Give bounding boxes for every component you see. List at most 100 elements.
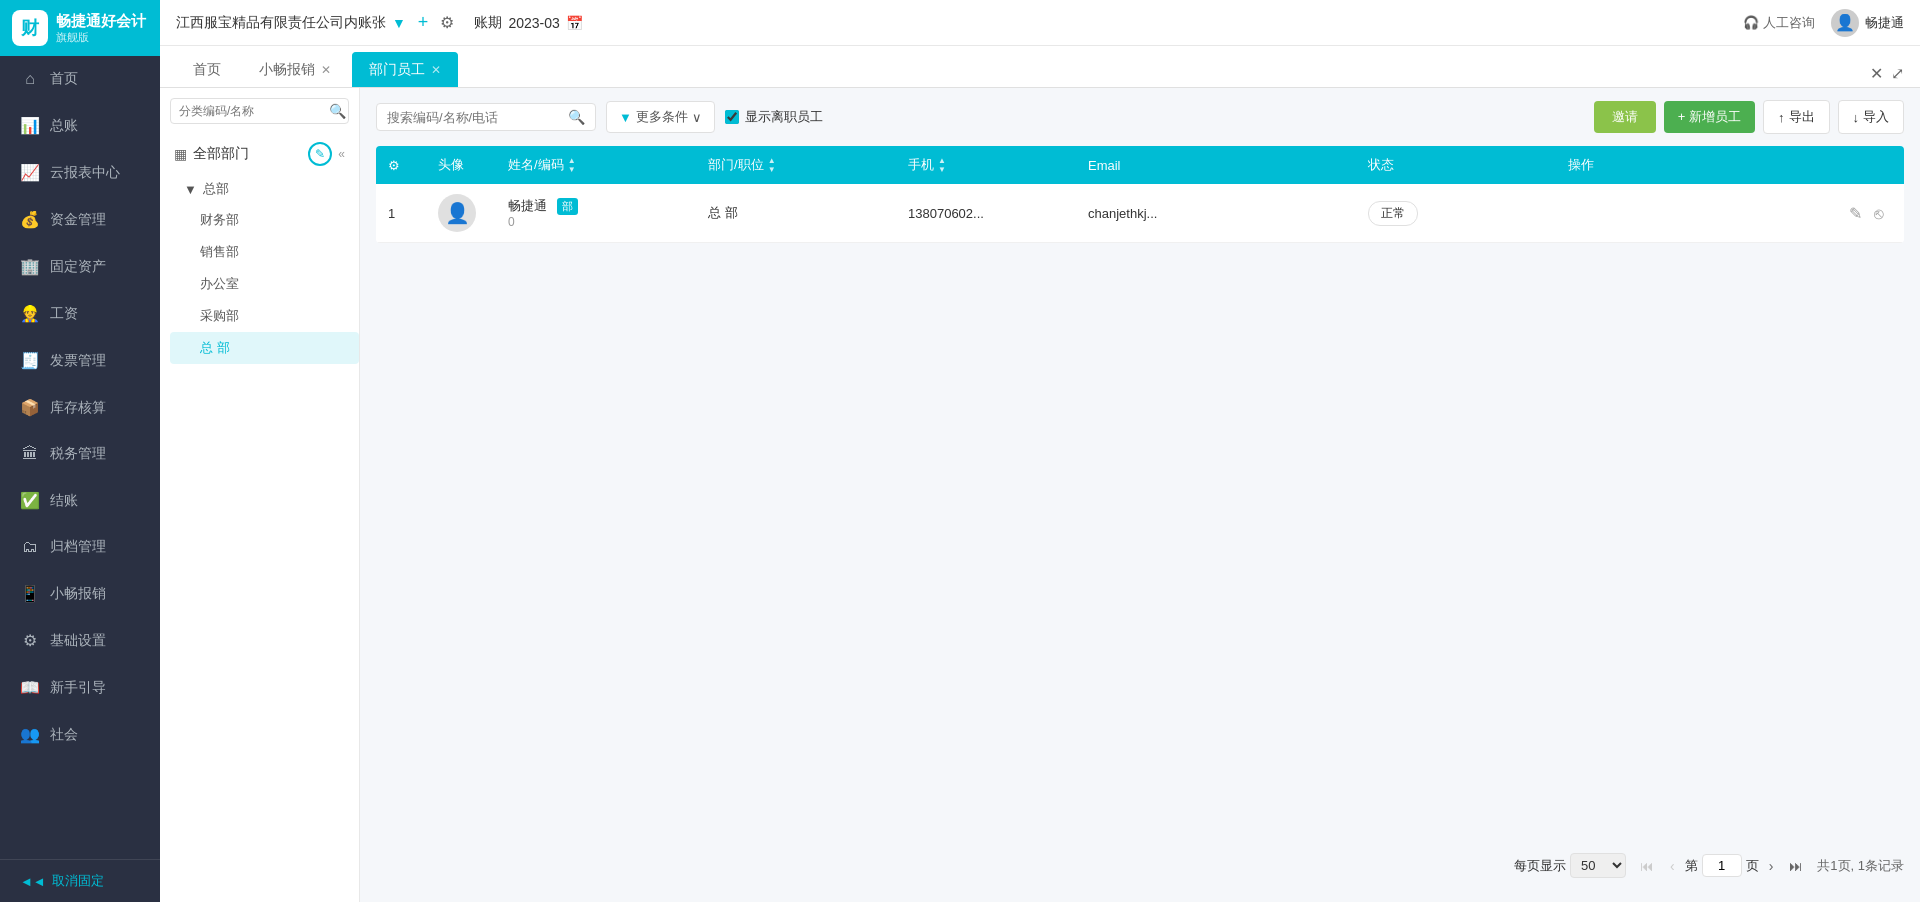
sidebar-item-reports[interactable]: 📈 云报表中心: [0, 149, 160, 196]
show-resigned-checkbox[interactable]: [725, 110, 739, 124]
next-page-button[interactable]: ›: [1763, 856, 1780, 876]
sidebar-item-salary[interactable]: 👷 工资: [0, 290, 160, 337]
social-icon: 👥: [20, 725, 40, 744]
import-button[interactable]: ↓ 导入: [1838, 100, 1905, 134]
first-page-button[interactable]: ⏮: [1634, 856, 1660, 876]
dept-collapse-icon[interactable]: «: [338, 147, 345, 161]
dept-child-general[interactable]: 总 部: [170, 332, 359, 364]
edit-button[interactable]: ✎: [1849, 205, 1862, 222]
sidebar-item-social[interactable]: 👥 社会: [0, 711, 160, 758]
dept-arrow-icon: ▼: [184, 182, 197, 197]
dept-group-root[interactable]: ▼ 总部: [170, 174, 359, 204]
company-selector[interactable]: 江西服宝精品有限责任公司内账张 ▼: [176, 14, 406, 32]
name-sort-icon[interactable]: ▲▼: [568, 157, 576, 174]
tab-department-label: 部门员工: [369, 61, 425, 79]
th-name[interactable]: 姓名/编码 ▲▼: [496, 146, 696, 184]
sidebar-item-funds[interactable]: 💰 资金管理: [0, 196, 160, 243]
dept-search-icon[interactable]: 🔍: [329, 103, 346, 119]
settings-icon: ⚙: [20, 631, 40, 650]
th-phone[interactable]: 手机 ▲▼: [896, 146, 1076, 184]
sidebar-item-label: 结账: [50, 492, 78, 510]
sidebar-item-close[interactable]: ✅ 结账: [0, 477, 160, 524]
sidebar-item-label: 小畅报销: [50, 585, 106, 603]
tab-home[interactable]: 首页: [176, 52, 238, 87]
dept-child-purchasing[interactable]: 采购部: [170, 300, 359, 332]
tab-department[interactable]: 部门员工 ✕: [352, 52, 458, 87]
sidebar-item-assets[interactable]: 🏢 固定资产: [0, 243, 160, 290]
tab-expense-close[interactable]: ✕: [321, 63, 331, 77]
table-settings-icon[interactable]: ⚙: [388, 158, 400, 173]
sidebar-item-home[interactable]: ⌂ 首页: [0, 56, 160, 102]
tab-department-close[interactable]: ✕: [431, 63, 441, 77]
user-menu[interactable]: 👤 畅捷通: [1831, 9, 1904, 37]
cancel-pin-button[interactable]: ◄◄ 取消固定: [0, 859, 160, 902]
prev-page-button[interactable]: ‹: [1664, 856, 1681, 876]
dept-child-office[interactable]: 办公室: [170, 268, 359, 300]
assets-icon: 🏢: [20, 257, 40, 276]
main-content: 江西服宝精品有限责任公司内账张 ▼ + ⚙ 账期 2023-03 📅 🎧 人工咨…: [160, 0, 1920, 902]
funds-icon: 💰: [20, 210, 40, 229]
dept-edit-button[interactable]: ✎: [308, 142, 332, 166]
cell-num: 1: [376, 184, 426, 243]
expand-tab-button[interactable]: ⤢: [1891, 64, 1904, 83]
support-button[interactable]: 🎧 人工咨询: [1743, 14, 1815, 32]
sidebar-item-archive[interactable]: 🗂 归档管理: [0, 524, 160, 570]
filter-icon: ▼: [619, 110, 632, 125]
dept-all-label: 全部部门: [193, 145, 302, 163]
th-dept[interactable]: 部门/职位 ▲▼: [696, 146, 896, 184]
th-action: 操作: [1556, 146, 1904, 184]
th-settings[interactable]: ⚙: [376, 146, 426, 184]
th-avatar: 头像: [426, 146, 496, 184]
home-icon: ⌂: [20, 70, 40, 88]
close-accounts-icon: ✅: [20, 491, 40, 510]
cell-avatar: 👤: [426, 184, 496, 243]
phone-sort-icon[interactable]: ▲▼: [938, 157, 946, 174]
sidebar-item-label: 基础设置: [50, 632, 106, 650]
filter-button[interactable]: ▼ 更多条件 ∨: [606, 101, 715, 133]
show-resigned-label[interactable]: 显示离职员工: [725, 108, 823, 126]
dept-search-box[interactable]: 🔍: [170, 98, 349, 124]
period-selector[interactable]: 账期 2023-03 📅: [474, 14, 582, 32]
delete-button[interactable]: ⎋: [1874, 205, 1884, 222]
dept-all-button[interactable]: ▦ 全部部门 ✎ «: [160, 134, 359, 174]
page-suffix: 页: [1746, 857, 1759, 875]
sidebar-item-invoice[interactable]: 🧾 发票管理: [0, 337, 160, 384]
dept-search-input[interactable]: [179, 104, 329, 118]
sidebar-item-ledger[interactable]: 📊 总账: [0, 102, 160, 149]
tab-expense[interactable]: 小畅报销 ✕: [242, 52, 348, 87]
export-button[interactable]: ↑ 导出: [1763, 100, 1830, 134]
dept-sort-icon[interactable]: ▲▼: [768, 157, 776, 174]
logo-sub: 旗舰版: [56, 30, 146, 45]
page-input[interactable]: [1702, 854, 1742, 877]
employee-code: 0: [508, 215, 684, 229]
dept-badge: 部: [557, 198, 578, 215]
sidebar: 财 畅捷通好会计 旗舰版 ⌂ 首页 📊 总账 📈 云报表中心 💰 资金管理 🏢 …: [0, 0, 160, 902]
sidebar-item-tax[interactable]: 🏛 税务管理: [0, 431, 160, 477]
sidebar-item-inventory[interactable]: 📦 库存核算: [0, 384, 160, 431]
page-size-selector[interactable]: 每页显示 50 20 100: [1514, 853, 1626, 878]
per-page-select[interactable]: 50 20 100: [1570, 853, 1626, 878]
sidebar-nav: ⌂ 首页 📊 总账 📈 云报表中心 💰 资金管理 🏢 固定资产 👷 工资 🧾 发…: [0, 56, 160, 859]
cell-status: 正常: [1356, 184, 1556, 243]
employee-search-input[interactable]: [387, 110, 568, 125]
cell-action: ✎ ⎋: [1556, 184, 1904, 243]
last-page-button[interactable]: ⏭: [1783, 856, 1809, 876]
tab-home-label: 首页: [193, 61, 221, 79]
employee-search-box[interactable]: 🔍: [376, 103, 596, 131]
calendar-icon: 📅: [566, 15, 583, 31]
sidebar-item-guide[interactable]: 📖 新手引导: [0, 664, 160, 711]
sidebar-item-settings[interactable]: ⚙ 基础设置: [0, 617, 160, 664]
employee-search-icon[interactable]: 🔍: [568, 109, 585, 125]
avatar: 👤: [1831, 9, 1859, 37]
show-resigned-text: 显示离职员工: [745, 108, 823, 126]
add-company-button[interactable]: +: [418, 12, 429, 33]
dept-left-panel: 🔍 ▦ 全部部门 ✎ « ▼ 总部 财务部 销售部: [160, 88, 360, 902]
add-employee-button[interactable]: + 新增员工: [1664, 101, 1755, 133]
dept-child-sales[interactable]: 销售部: [170, 236, 359, 268]
topbar-settings-icon[interactable]: ⚙: [440, 13, 454, 32]
sidebar-item-expense[interactable]: 📱 小畅报销: [0, 570, 160, 617]
invite-button[interactable]: 邀请: [1594, 101, 1656, 133]
cell-dept: 总 部: [696, 184, 896, 243]
dept-child-finance[interactable]: 财务部: [170, 204, 359, 236]
close-tab-button[interactable]: ✕: [1870, 64, 1883, 83]
